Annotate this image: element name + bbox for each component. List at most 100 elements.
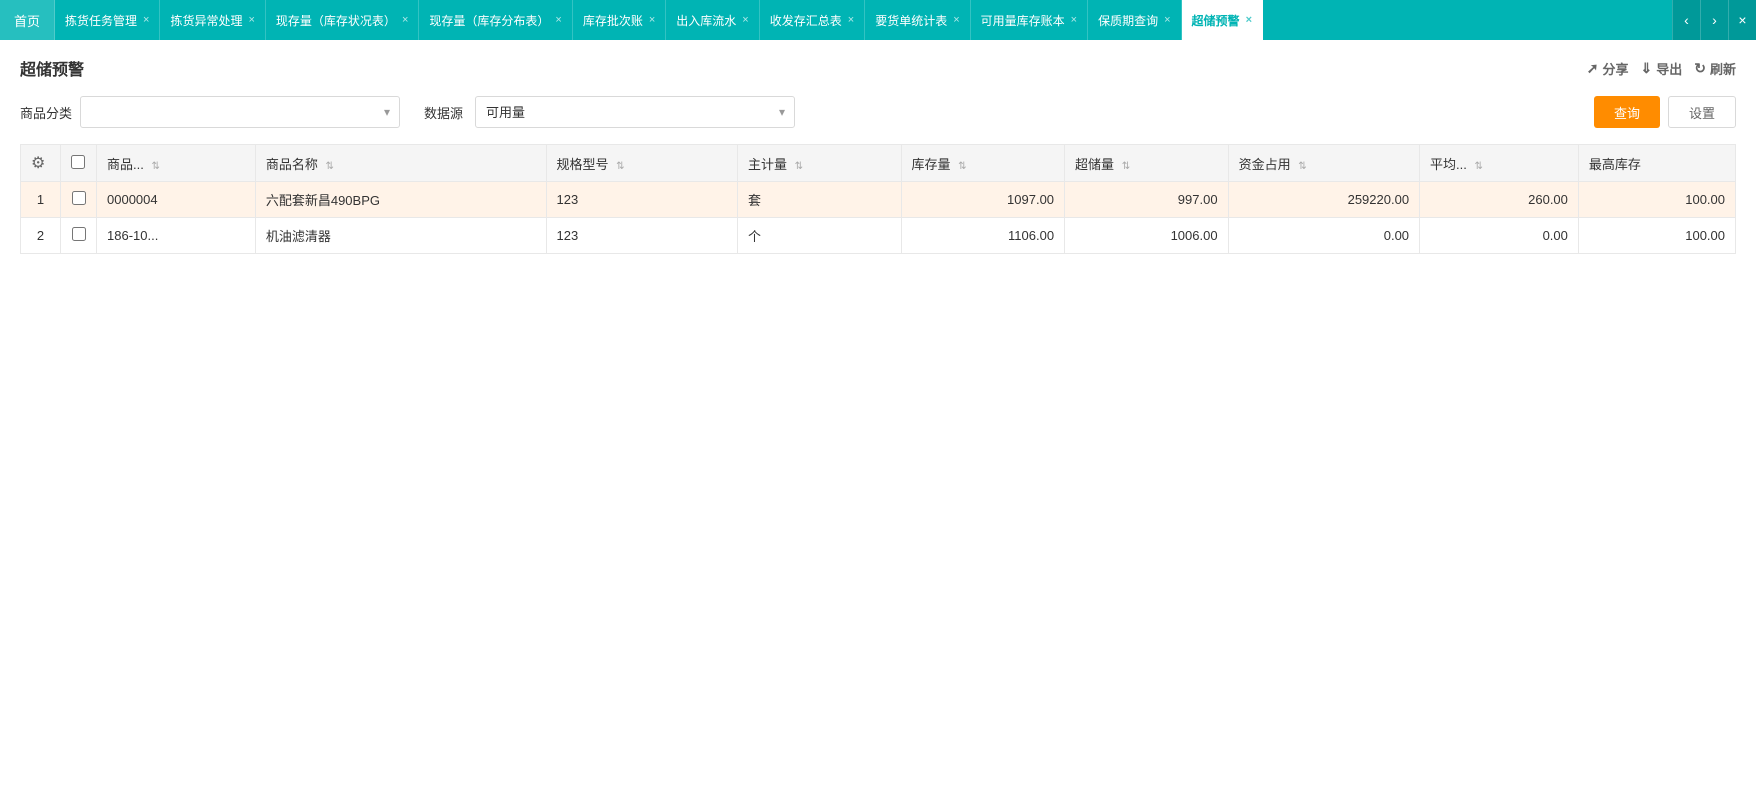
table-row: 2 186-10... 机油滤清器 123 个 1106.00 — [21, 218, 1736, 254]
unit-2: 个 — [748, 229, 761, 244]
refresh-icon: ↻ — [1694, 60, 1706, 77]
settings-button[interactable]: 设置 — [1668, 96, 1736, 128]
sort-icon-stock-qty: ⇅ — [958, 161, 966, 172]
capital-usage-2: 0.00 — [1384, 228, 1409, 243]
avg-1: 260.00 — [1528, 192, 1568, 207]
td-spec-1: 123 — [546, 182, 737, 218]
nav-item-available-ledger[interactable]: 可用量库存账本 × — [971, 0, 1088, 40]
table-row: 1 0000004 六配套新昌490BPG 123 套 109 — [21, 182, 1736, 218]
close-icon-overstock-warning[interactable]: × — [1246, 14, 1252, 26]
close-icon-available-ledger[interactable]: × — [1071, 14, 1077, 26]
th-max-stock[interactable]: 最高库存 — [1578, 145, 1735, 182]
gear-icon[interactable]: ⚙ — [31, 155, 45, 172]
th-product-code-label: 商品... — [107, 157, 144, 172]
select-all-checkbox[interactable] — [71, 155, 85, 169]
datasource-select[interactable]: 可用量 库存量 — [475, 96, 795, 128]
row-num-1: 1 — [37, 192, 44, 207]
nav-arrows: ‹ › × — [1672, 0, 1756, 40]
td-product-code-1: 0000004 — [97, 182, 256, 218]
nav-item-summary[interactable]: 收发存汇总表 × — [760, 0, 865, 40]
refresh-button[interactable]: ↻ 刷新 — [1694, 59, 1736, 78]
th-overstock-qty[interactable]: 超储量 ⇅ — [1065, 145, 1229, 182]
nav-arrow-left[interactable]: ‹ — [1672, 0, 1700, 40]
nav-item-inventory-status[interactable]: 现存量（库存状况表） × — [266, 0, 419, 40]
close-icon-inventory-dist[interactable]: × — [555, 14, 561, 26]
td-capital-usage-2: 0.00 — [1228, 218, 1419, 254]
th-product-name[interactable]: 商品名称 ⇅ — [255, 145, 546, 182]
nav-item-shelf-life[interactable]: 保质期查询 × — [1088, 0, 1181, 40]
close-icon-flow[interactable]: × — [742, 14, 748, 26]
product-name-2: 机油滤清器 — [266, 229, 331, 244]
row-checkbox-1[interactable] — [72, 191, 86, 205]
th-spec[interactable]: 规格型号 ⇅ — [546, 145, 737, 182]
product-code-1: 0000004 — [107, 192, 158, 207]
capital-usage-1: 259220.00 — [1348, 192, 1409, 207]
category-select[interactable] — [80, 96, 400, 128]
export-button[interactable]: ⇓ 导出 — [1641, 59, 1683, 78]
close-icon-inventory-status[interactable]: × — [402, 14, 408, 26]
spec-1: 123 — [557, 192, 579, 207]
th-unit[interactable]: 主计量 ⇅ — [738, 145, 902, 182]
nav-label-task-mgmt: 拣货任务管理 — [65, 12, 137, 29]
row-checkbox-2[interactable] — [72, 227, 86, 241]
sort-icon-overstock-qty: ⇅ — [1122, 161, 1130, 172]
query-button[interactable]: 查询 — [1594, 96, 1660, 128]
td-avg-1: 260.00 — [1420, 182, 1579, 218]
stock-qty-1: 1097.00 — [1007, 192, 1054, 207]
share-label: 分享 — [1602, 59, 1628, 78]
nav-item-home[interactable]: 首页 — [0, 0, 55, 40]
close-icon-exception[interactable]: × — [248, 14, 254, 26]
th-unit-label: 主计量 — [748, 157, 787, 172]
nav-label-inventory-dist: 现存量（库存分布表） — [429, 12, 549, 29]
nav-label-summary: 收发存汇总表 — [770, 12, 842, 29]
table-body: 1 0000004 六配套新昌490BPG 123 套 109 — [21, 182, 1736, 254]
td-overstock-qty-1: 997.00 — [1065, 182, 1229, 218]
datasource-filter: 数据源 可用量 库存量 — [424, 96, 795, 128]
share-button[interactable]: ➚ 分享 — [1587, 59, 1629, 78]
nav-label-inventory-status: 现存量（库存状况表） — [276, 12, 396, 29]
page-title-actions: ➚ 分享 ⇓ 导出 ↻ 刷新 — [1587, 59, 1736, 78]
close-icon-batch-account[interactable]: × — [649, 14, 655, 26]
avg-2: 0.00 — [1543, 228, 1568, 243]
unit-1: 套 — [748, 193, 761, 208]
close-icon-summary[interactable]: × — [848, 14, 854, 26]
td-product-name-2: 机油滤清器 — [255, 218, 546, 254]
nav-arrow-right[interactable]: › — [1700, 0, 1728, 40]
row-num-2: 2 — [37, 228, 44, 243]
sort-icon-product-code: ⇅ — [151, 161, 159, 172]
nav-item-order-stat[interactable]: 要货单统计表 × — [865, 0, 970, 40]
refresh-label: 刷新 — [1710, 59, 1736, 78]
close-icon-order-stat[interactable]: × — [953, 14, 959, 26]
nav-item-task-mgmt[interactable]: 拣货任务管理 × — [55, 0, 160, 40]
nav-item-inventory-dist[interactable]: 现存量（库存分布表） × — [419, 0, 572, 40]
sort-icon-capital-usage: ⇅ — [1298, 161, 1306, 172]
td-max-stock-1: 100.00 — [1578, 182, 1735, 218]
td-row-num-2: 2 — [21, 218, 61, 254]
sort-icon-unit: ⇅ — [795, 161, 803, 172]
td-product-code-2: 186-10... — [97, 218, 256, 254]
close-icon-shelf-life[interactable]: × — [1164, 14, 1170, 26]
filter-actions: 查询 设置 — [1594, 96, 1736, 128]
td-spec-2: 123 — [546, 218, 737, 254]
td-max-stock-2: 100.00 — [1578, 218, 1735, 254]
th-capital-usage-label: 资金占用 — [1239, 157, 1291, 172]
export-icon: ⇓ — [1641, 60, 1653, 77]
th-product-code[interactable]: 商品... ⇅ — [97, 145, 256, 182]
filter-bar: 商品分类 数据源 可用量 库存量 查询 设置 — [20, 96, 1736, 128]
th-avg[interactable]: 平均... ⇅ — [1420, 145, 1579, 182]
th-avg-label: 平均... — [1430, 157, 1467, 172]
table-header: ⚙ 商品... ⇅ 商品名称 ⇅ 规格型号 ⇅ 主计量 — [21, 145, 1736, 182]
nav-arrow-close[interactable]: × — [1728, 0, 1756, 40]
th-stock-qty-label: 库存量 — [912, 157, 951, 172]
data-table: ⚙ 商品... ⇅ 商品名称 ⇅ 规格型号 ⇅ 主计量 — [20, 144, 1736, 254]
nav-item-flow[interactable]: 出入库流水 × — [666, 0, 759, 40]
category-select-wrapper — [80, 96, 400, 128]
nav-item-batch-account[interactable]: 库存批次账 × — [573, 0, 666, 40]
spec-2: 123 — [557, 228, 579, 243]
th-overstock-qty-label: 超储量 — [1075, 157, 1114, 172]
nav-item-exception[interactable]: 拣货异常处理 × — [160, 0, 265, 40]
close-icon-task-mgmt[interactable]: × — [143, 14, 149, 26]
th-stock-qty[interactable]: 库存量 ⇅ — [901, 145, 1065, 182]
nav-item-overstock-warning[interactable]: 超储预警 × — [1182, 0, 1263, 40]
th-capital-usage[interactable]: 资金占用 ⇅ — [1228, 145, 1419, 182]
